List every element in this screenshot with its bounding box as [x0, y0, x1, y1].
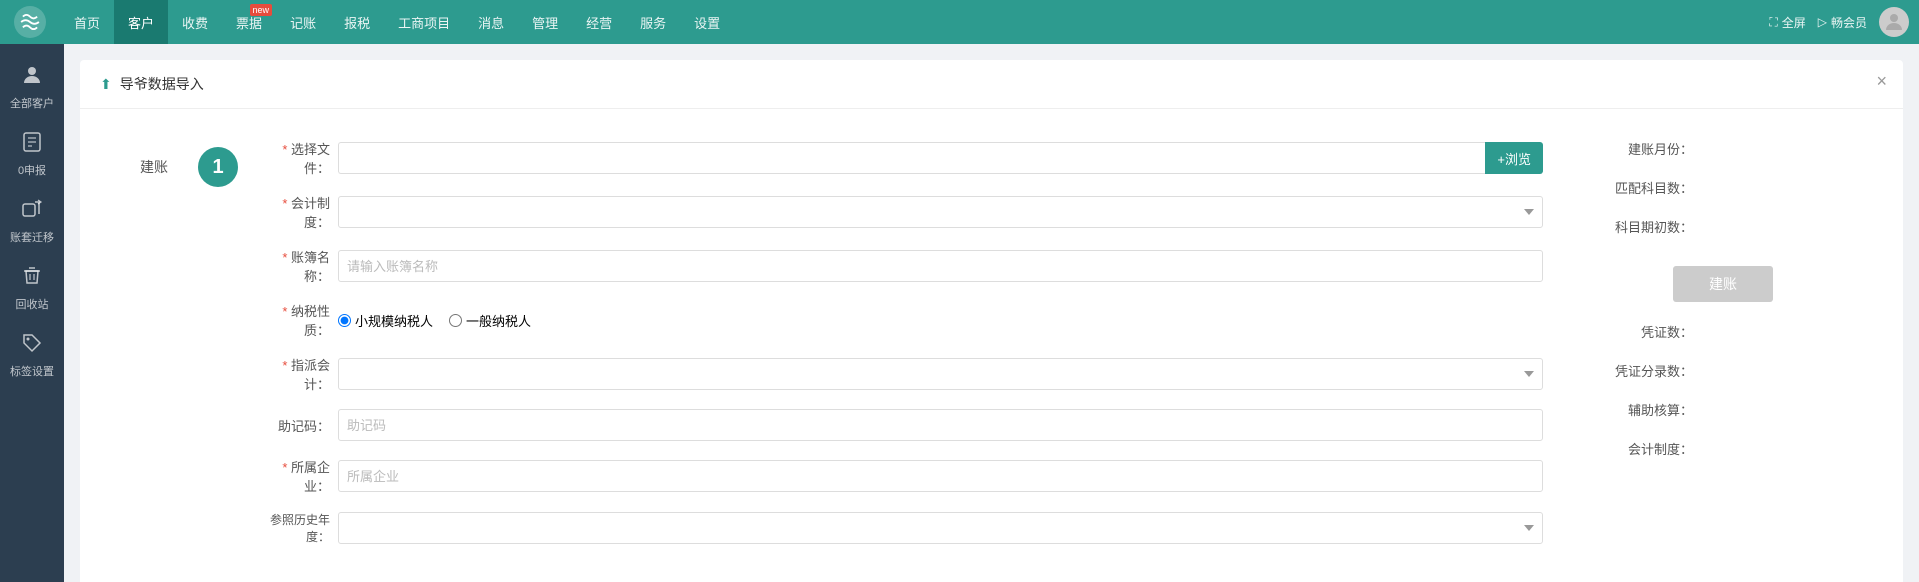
accounting-row: 会计制度： — [258, 193, 1543, 231]
file-label: 选择文件： — [258, 139, 338, 177]
accountant-label: 指派会计： — [258, 355, 338, 393]
history-select[interactable] — [338, 512, 1543, 544]
info-month-row: 建账月份： — [1603, 139, 1843, 158]
close-button[interactable]: × — [1876, 72, 1887, 90]
member-icon: ▷ — [1818, 15, 1827, 29]
assist-label: 助记码： — [258, 416, 338, 435]
browse-button[interactable]: +浏览 — [1485, 142, 1543, 174]
info-period-row: 科目期初数： — [1603, 217, 1843, 236]
avatar[interactable] — [1879, 7, 1909, 37]
tax-row: 纳税性质： 小规模纳税人 一般纳税人 — [258, 301, 1543, 339]
info-entries-label: 凭证分录数： — [1603, 361, 1693, 380]
info-match-label: 匹配科目数： — [1603, 178, 1693, 197]
sidebar-item-tags[interactable]: 标签设置 — [0, 322, 64, 389]
nav-items: 首页 客户 收费 票据 new 记账 报税 工商项目 消息 管理 经营 服务 设… — [60, 0, 1769, 44]
panel-title: 导爷数据导入 — [120, 74, 204, 94]
recycle-icon — [22, 265, 42, 292]
step-section: 建账 1 选择文件： +浏览 会计制度： — [140, 139, 1543, 561]
info-month-label: 建账月份： — [1603, 139, 1693, 158]
nav-services[interactable]: 服务 — [626, 0, 680, 44]
fullscreen-icon: ⛶ — [1769, 15, 1777, 30]
ledger-input[interactable] — [338, 250, 1543, 282]
file-row: 选择文件： +浏览 — [258, 139, 1543, 177]
info-match-row: 匹配科目数： — [1603, 178, 1843, 197]
panel-body: 建账 1 选择文件： +浏览 会计制度： — [80, 109, 1903, 582]
info-entries-row: 凭证分录数： — [1603, 361, 1843, 380]
build-account-button[interactable]: 建账 — [1673, 266, 1773, 302]
nav-clients[interactable]: 客户 — [114, 0, 168, 44]
accountant-select[interactable] — [338, 358, 1543, 390]
new-badge: new — [250, 4, 273, 16]
info-accounting-label: 会计制度： — [1603, 439, 1693, 458]
member-btn[interactable]: ▷ 畅会员 — [1818, 14, 1867, 31]
app-layout: 全部客户 0申报 账套迁移 — [0, 44, 1919, 582]
info-period-label: 科目期初数： — [1603, 217, 1693, 236]
nav-business[interactable]: 工商项目 — [384, 0, 464, 44]
info-section: 建账月份： 匹配科目数： 科目期初数： 建账 — [1603, 139, 1843, 561]
app-logo — [10, 2, 50, 42]
import-icon: ⬆ — [100, 76, 112, 93]
nav-tickets[interactable]: 票据 new — [222, 0, 276, 44]
file-input-wrapper: +浏览 — [338, 142, 1543, 174]
nav-bookkeeping[interactable]: 记账 — [276, 0, 330, 44]
assist-input[interactable] — [338, 409, 1543, 441]
history-label: 参照历史年度： — [258, 511, 338, 545]
history-row: 参照历史年度： — [258, 511, 1543, 545]
nav-tax[interactable]: 报税 — [330, 0, 384, 44]
nav-fees[interactable]: 收费 — [168, 0, 222, 44]
tags-icon — [21, 332, 43, 359]
nav-right: ⛶ 全屏 ▷ 畅会员 — [1769, 7, 1909, 37]
report-icon — [22, 131, 42, 158]
nav-operations[interactable]: 经营 — [572, 0, 626, 44]
tax-small-radio[interactable] — [338, 314, 351, 327]
ledger-label: 账簿名称： — [258, 247, 338, 285]
company-row: 所属企业： — [258, 457, 1543, 495]
nav-messages[interactable]: 消息 — [464, 0, 518, 44]
info-accounting-row: 会计制度： — [1603, 439, 1843, 458]
tax-label: 纳税性质： — [258, 301, 338, 339]
nav-management[interactable]: 管理 — [518, 0, 572, 44]
info-aux-row: 辅助核算： — [1603, 400, 1843, 419]
file-input[interactable] — [338, 142, 1485, 174]
sidebar-item-zero-report[interactable]: 0申报 — [0, 121, 64, 188]
nav-home[interactable]: 首页 — [60, 0, 114, 44]
top-nav: 首页 客户 收费 票据 new 记账 报税 工商项目 消息 管理 经营 服务 设… — [0, 0, 1919, 44]
sidebar-item-recycle[interactable]: 回收站 — [0, 255, 64, 322]
info-aux-label: 辅助核算： — [1603, 400, 1693, 419]
info-voucher-label: 凭证数： — [1603, 322, 1693, 341]
company-label: 所属企业： — [258, 457, 338, 495]
sidebar-item-migrate[interactable]: 账套迁移 — [0, 188, 64, 255]
accountant-row: 指派会计： — [258, 355, 1543, 393]
tax-small-option[interactable]: 小规模纳税人 — [338, 311, 433, 330]
migrate-icon — [21, 198, 43, 225]
assist-row: 助记码： — [258, 409, 1543, 441]
form-section: 选择文件： +浏览 会计制度： — [258, 139, 1543, 561]
main-content: ⬆ 导爷数据导入 × 建账 1 选择文件： +浏览 — [64, 44, 1919, 582]
tax-general-radio[interactable] — [449, 314, 462, 327]
sidebar-item-all-clients[interactable]: 全部客户 — [0, 54, 64, 121]
company-input[interactable] — [338, 460, 1543, 492]
tax-general-option[interactable]: 一般纳税人 — [449, 311, 531, 330]
ledger-row: 账簿名称： — [258, 247, 1543, 285]
fullscreen-btn[interactable]: ⛶ 全屏 — [1769, 14, 1805, 31]
step-badge: 1 — [198, 147, 238, 187]
step-label: 建账 — [140, 157, 168, 177]
tax-radio-group: 小规模纳税人 一般纳税人 — [338, 311, 1543, 330]
accounting-select[interactable] — [338, 196, 1543, 228]
clients-icon — [21, 64, 43, 91]
sidebar: 全部客户 0申报 账套迁移 — [0, 44, 64, 582]
accounting-label: 会计制度： — [258, 193, 338, 231]
nav-settings[interactable]: 设置 — [680, 0, 734, 44]
panel-header: ⬆ 导爷数据导入 — [80, 60, 1903, 109]
info-voucher-row: 凭证数： — [1603, 322, 1843, 341]
import-panel: ⬆ 导爷数据导入 × 建账 1 选择文件： +浏览 — [80, 60, 1903, 582]
